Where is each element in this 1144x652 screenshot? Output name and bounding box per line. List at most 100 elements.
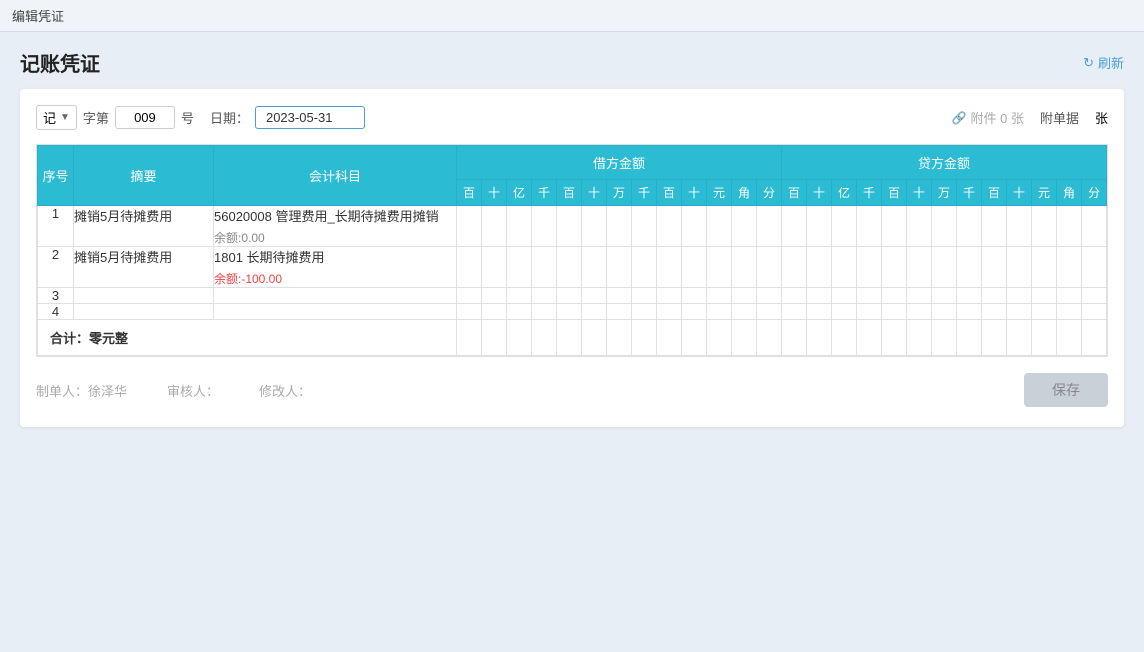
row-2-debit-0[interactable]: [457, 288, 482, 304]
row-3-credit-7[interactable]: [957, 304, 982, 320]
row-3-debit-6[interactable]: [607, 304, 632, 320]
row-2-credit-9[interactable]: [1007, 288, 1032, 304]
row-3-debit-8[interactable]: [657, 304, 682, 320]
row-2-debit-1[interactable]: [482, 288, 507, 304]
row-1-debit-5[interactable]: [582, 247, 607, 288]
row-3-debit-11[interactable]: [732, 304, 757, 320]
row-1-debit-10[interactable]: [707, 247, 732, 288]
row-3-summary[interactable]: [74, 304, 214, 320]
save-button[interactable]: 保存: [1024, 373, 1108, 407]
refresh-button[interactable]: ↻ 刷新: [1083, 53, 1124, 72]
row-3-debit-9[interactable]: [682, 304, 707, 320]
row-0-credit-8[interactable]: [982, 206, 1007, 247]
row-0-credit-10[interactable]: [1032, 206, 1057, 247]
row-2-account[interactable]: [214, 288, 457, 304]
row-0-debit-5[interactable]: [582, 206, 607, 247]
row-1-debit-8[interactable]: [657, 247, 682, 288]
row-2-credit-12[interactable]: [1082, 288, 1107, 304]
row-3-credit-6[interactable]: [932, 304, 957, 320]
row-0-credit-12[interactable]: [1082, 206, 1107, 247]
row-0-credit-0[interactable]: [782, 206, 807, 247]
row-2-credit-3[interactable]: [857, 288, 882, 304]
row-2-credit-1[interactable]: [807, 288, 832, 304]
row-3-credit-11[interactable]: [1057, 304, 1082, 320]
row-1-debit-3[interactable]: [532, 247, 557, 288]
row-1-credit-7[interactable]: [957, 247, 982, 288]
row-3-credit-12[interactable]: [1082, 304, 1107, 320]
row-2-debit-8[interactable]: [657, 288, 682, 304]
row-1-credit-10[interactable]: [1032, 247, 1057, 288]
row-3-debit-4[interactable]: [557, 304, 582, 320]
row-1-credit-6[interactable]: [932, 247, 957, 288]
row-2-credit-6[interactable]: [932, 288, 957, 304]
row-1-debit-9[interactable]: [682, 247, 707, 288]
row-2-credit-2[interactable]: [832, 288, 857, 304]
row-3-credit-5[interactable]: [907, 304, 932, 320]
row-2-debit-9[interactable]: [682, 288, 707, 304]
row-1-credit-9[interactable]: [1007, 247, 1032, 288]
row-3-debit-7[interactable]: [632, 304, 657, 320]
row-0-debit-4[interactable]: [557, 206, 582, 247]
row-1-credit-4[interactable]: [882, 247, 907, 288]
row-3-credit-8[interactable]: [982, 304, 1007, 320]
row-0-debit-0[interactable]: [457, 206, 482, 247]
row-0-debit-8[interactable]: [657, 206, 682, 247]
row-0-credit-6[interactable]: [932, 206, 957, 247]
row-0-debit-7[interactable]: [632, 206, 657, 247]
date-input[interactable]: [255, 106, 365, 129]
row-1-debit-7[interactable]: [632, 247, 657, 288]
row-0-credit-5[interactable]: [907, 206, 932, 247]
row-1-debit-11[interactable]: [732, 247, 757, 288]
row-2-debit-7[interactable]: [632, 288, 657, 304]
row-3-debit-2[interactable]: [507, 304, 532, 320]
row-1-debit-6[interactable]: [607, 247, 632, 288]
row-3-credit-1[interactable]: [807, 304, 832, 320]
row-0-debit-10[interactable]: [707, 206, 732, 247]
row-3-debit-0[interactable]: [457, 304, 482, 320]
row-2-debit-4[interactable]: [557, 288, 582, 304]
row-3-debit-12[interactable]: [757, 304, 782, 320]
row-1-account[interactable]: 1801 长期待摊费用余额:-100.00: [214, 247, 457, 288]
row-3-credit-0[interactable]: [782, 304, 807, 320]
row-2-debit-5[interactable]: [582, 288, 607, 304]
row-0-credit-7[interactable]: [957, 206, 982, 247]
row-1-credit-3[interactable]: [857, 247, 882, 288]
row-0-account[interactable]: 56020008 管理费用_长期待摊费用摊销余额:0.00: [214, 206, 457, 247]
row-2-debit-10[interactable]: [707, 288, 732, 304]
row-2-credit-5[interactable]: [907, 288, 932, 304]
row-0-debit-3[interactable]: [532, 206, 557, 247]
row-3-credit-4[interactable]: [882, 304, 907, 320]
row-0-debit-6[interactable]: [607, 206, 632, 247]
row-1-debit-0[interactable]: [457, 247, 482, 288]
row-3-credit-2[interactable]: [832, 304, 857, 320]
row-3-account[interactable]: [214, 304, 457, 320]
row-1-debit-12[interactable]: [757, 247, 782, 288]
row-0-credit-2[interactable]: [832, 206, 857, 247]
row-2-credit-7[interactable]: [957, 288, 982, 304]
row-1-credit-0[interactable]: [782, 247, 807, 288]
row-0-summary[interactable]: 摊销5月待摊费用: [74, 206, 214, 247]
row-0-credit-3[interactable]: [857, 206, 882, 247]
row-0-debit-2[interactable]: [507, 206, 532, 247]
voucher-type-select[interactable]: 记 ▼: [36, 105, 77, 130]
row-3-credit-9[interactable]: [1007, 304, 1032, 320]
row-2-credit-11[interactable]: [1057, 288, 1082, 304]
row-2-credit-0[interactable]: [782, 288, 807, 304]
row-1-credit-2[interactable]: [832, 247, 857, 288]
row-1-debit-4[interactable]: [557, 247, 582, 288]
row-1-credit-5[interactable]: [907, 247, 932, 288]
row-3-debit-5[interactable]: [582, 304, 607, 320]
row-1-credit-12[interactable]: [1082, 247, 1107, 288]
row-0-debit-1[interactable]: [482, 206, 507, 247]
row-1-debit-2[interactable]: [507, 247, 532, 288]
row-1-debit-1[interactable]: [482, 247, 507, 288]
row-3-credit-3[interactable]: [857, 304, 882, 320]
row-2-credit-4[interactable]: [882, 288, 907, 304]
row-2-debit-3[interactable]: [532, 288, 557, 304]
row-0-credit-11[interactable]: [1057, 206, 1082, 247]
row-0-credit-1[interactable]: [807, 206, 832, 247]
row-2-debit-11[interactable]: [732, 288, 757, 304]
row-3-debit-3[interactable]: [532, 304, 557, 320]
row-0-credit-9[interactable]: [1007, 206, 1032, 247]
row-2-debit-12[interactable]: [757, 288, 782, 304]
